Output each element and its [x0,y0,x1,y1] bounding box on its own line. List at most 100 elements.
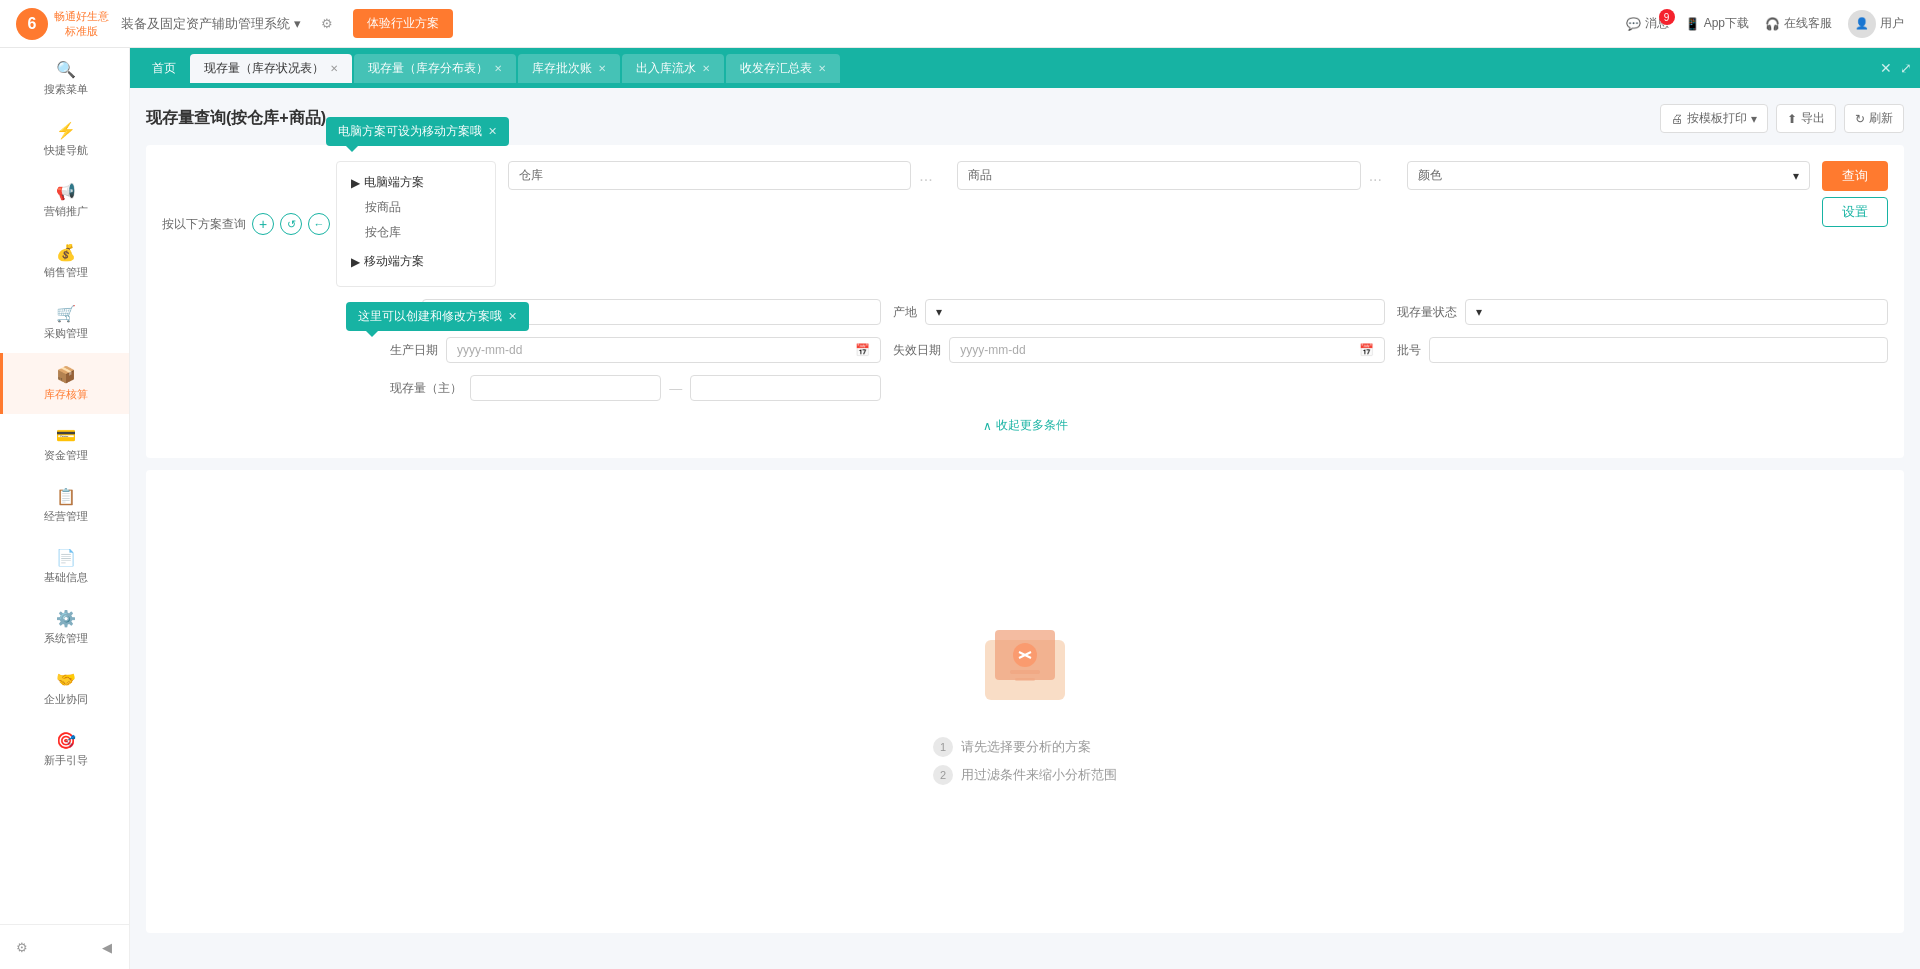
refresh-button[interactable]: ↻ 刷新 [1844,104,1904,133]
schema-label: 按以下方案查询 [162,216,246,233]
origin-select[interactable]: ▾ [925,299,1384,325]
empty-step-2: 2 用过滤条件来缩小分析范围 [933,765,1117,785]
schema-item-by-product[interactable]: 按商品 [345,195,487,220]
tab-close-icon-1[interactable]: ✕ [494,63,502,74]
arrow-icon: ▶ [351,176,360,190]
sidebar-item-operations[interactable]: 📋 经营管理 [0,475,129,536]
top-bar-left: 6 畅通好生意 标准版 装备及固定资产辅助管理系统 ▾ ⚙ 体验行业方案 [16,8,453,40]
print-dropdown-icon: ▾ [1751,112,1757,126]
tab-summary[interactable]: 收发存汇总表 ✕ [726,54,840,83]
origin-field: 产地 ▾ [893,299,1384,325]
message-btn[interactable]: 💬 消息 9 [1626,15,1669,32]
sidebar-item-guide[interactable]: 🎯 新手引导 [0,719,129,780]
empty-state: 1 请先选择要分析的方案 2 用过滤条件来缩小分析范围 [146,530,1904,873]
stock-status-field: 现存量状态 ▾ [1397,299,1888,325]
stock-main-to[interactable] [690,375,881,401]
export-button[interactable]: ⬆ 导出 [1776,104,1836,133]
tab-close-icon-4[interactable]: ✕ [818,63,826,74]
schema-section-mobile: ▶ 移动端方案 [345,249,487,274]
sidebar-item-sales[interactable]: 💰 销售管理 [0,231,129,292]
app-download-btn[interactable]: 📱 App下载 [1685,15,1749,32]
origin-label: 产地 [893,304,917,321]
target-icon: 🎯 [56,731,76,750]
logo-icon: 6 [16,8,48,40]
stock-main-field: 现存量（主） — [390,375,881,401]
stock-main-from[interactable] [470,375,661,401]
reset-button[interactable]: 设置 [1822,197,1888,227]
action-buttons: 查询 设置 [1822,161,1888,227]
app-container: 6 畅通好生意 标准版 装备及固定资产辅助管理系统 ▾ ⚙ 体验行业方案 💬 消… [0,0,1920,969]
tab-inventory-distribution[interactable]: 现存量（库存分布表） ✕ [354,54,516,83]
page-title: 现存量查询(按仓库+商品) [146,108,326,129]
stock-status-label: 现存量状态 [1397,304,1457,321]
tab-batch-ledger[interactable]: 库存批次账 ✕ [518,54,620,83]
refresh-schema-btn[interactable]: ↺ [280,213,302,235]
gear-button[interactable]: ⚙ [313,10,341,38]
main-content: 现存量查询(按仓库+商品) 🖨 按模板打印 ▾ ⬆ 导出 ↻ [130,88,1920,969]
warehouse-select[interactable]: 仓库 [508,161,911,190]
sidebar-item-finance[interactable]: 💳 资金管理 [0,414,129,475]
sidebar-item-quicknav[interactable]: ⚡ 快捷导航 [0,109,129,170]
empty-step-1: 1 请先选择要分析的方案 [933,737,1117,757]
schema-tooltip-close[interactable]: ✕ [488,125,497,138]
tab-actions: ✕ ⤢ [1880,60,1912,76]
mfg-date-field: 生产日期 yyyy-mm-dd 📅 [390,337,881,363]
schema-section-title-desktop[interactable]: ▶ 电脑端方案 [345,170,487,195]
avatar: 👤 [1848,10,1876,38]
system-selector[interactable]: 装备及固定资产辅助管理系统 ▾ [121,15,301,33]
sidebar-item-inventory[interactable]: 📦 库存核算 [0,353,129,414]
batch-field: 批号 [1397,337,1888,363]
sidebar: 🔍 搜索菜单 ⚡ 快捷导航 📢 营销推广 💰 销售管理 🛒 采购管理 [0,48,130,969]
schema-tooltip-below: 这里可以创建和修改方案哦 ✕ [346,302,529,331]
schema-section-desktop: ▶ 电脑端方案 按商品 按仓库 [345,170,487,245]
tab-home[interactable]: 首页 [138,54,190,83]
stock-status-select[interactable]: ▾ [1465,299,1888,325]
schema-section-title-mobile[interactable]: ▶ 移动端方案 [345,249,487,274]
sidebar-item-system[interactable]: ⚙️ 系统管理 [0,597,129,658]
sidebar-item-collab[interactable]: 🤝 企业协同 [0,658,129,719]
calendar-icon-2: 📅 [1359,343,1374,357]
collapse-button[interactable]: ∧ 收起更多条件 [162,409,1888,442]
tab-fullscreen-btn[interactable]: ⤢ [1900,60,1912,76]
batch-label: 批号 [1397,342,1421,359]
product-select[interactable]: 商品 [957,161,1360,190]
sidebar-item-search[interactable]: 🔍 搜索菜单 [0,48,129,109]
user-area[interactable]: 👤 用户 [1848,10,1904,38]
empty-steps: 1 请先选择要分析的方案 2 用过滤条件来缩小分析范围 [933,737,1117,793]
schema-item-by-warehouse[interactable]: 按仓库 [345,220,487,245]
message-badge: 9 [1659,9,1675,25]
empty-illustration [965,610,1085,713]
industry-button[interactable]: 体验行业方案 [353,9,453,38]
add-schema-btn[interactable]: + [252,213,274,235]
back-schema-btn[interactable]: ← [308,213,330,235]
tab-close-icon-2[interactable]: ✕ [598,63,606,74]
search-button[interactable]: 查询 [1822,161,1888,191]
lightning-icon: ⚡ [56,121,76,140]
tab-close-icon-0[interactable]: ✕ [330,63,338,74]
tab-close-all-btn[interactable]: ✕ [1880,60,1892,76]
color-select[interactable]: 颜色 ▾ [1407,161,1810,190]
tab-bar: 首页 现存量（库存状况表） ✕ 现存量（库存分布表） ✕ 库存批次账 ✕ 出入库… [130,48,1920,88]
mfg-date-input[interactable]: yyyy-mm-dd 📅 [446,337,881,363]
print-button[interactable]: 🖨 按模板打印 ▾ [1660,104,1768,133]
online-service-btn[interactable]: 🎧 在线客服 [1765,15,1832,32]
sidebar-collapse-btn[interactable]: ◀ [93,933,121,961]
exp-date-input[interactable]: yyyy-mm-dd 📅 [949,337,1384,363]
filter-row-1: 仓库 ... 商品 ... 颜色 ▾ [508,161,1810,190]
sidebar-item-marketing[interactable]: 📢 营销推广 [0,170,129,231]
sidebar-item-purchase[interactable]: 🛒 采购管理 [0,292,129,353]
tab-inout-flow[interactable]: 出入库流水 ✕ [622,54,724,83]
edit-tooltip-close[interactable]: ✕ [508,310,517,323]
collapse-icon: ∧ [983,419,992,433]
content-area: 首页 现存量（库存状况表） ✕ 现存量（库存分布表） ✕ 库存批次账 ✕ 出入库… [130,48,1920,969]
batch-input[interactable] [1429,337,1888,363]
sidebar-item-basic-info[interactable]: 📄 基础信息 [0,536,129,597]
sidebar-settings-btn[interactable]: ⚙ [8,933,36,961]
product-dots[interactable]: ... [1369,167,1399,185]
exp-date-label: 失效日期 [893,342,941,359]
origin-dropdown-icon: ▾ [936,305,942,319]
svg-rect-5 [1010,670,1040,674]
warehouse-dots[interactable]: ... [919,167,949,185]
tab-inventory-status[interactable]: 现存量（库存状况表） ✕ [190,54,352,83]
tab-close-icon-3[interactable]: ✕ [702,63,710,74]
